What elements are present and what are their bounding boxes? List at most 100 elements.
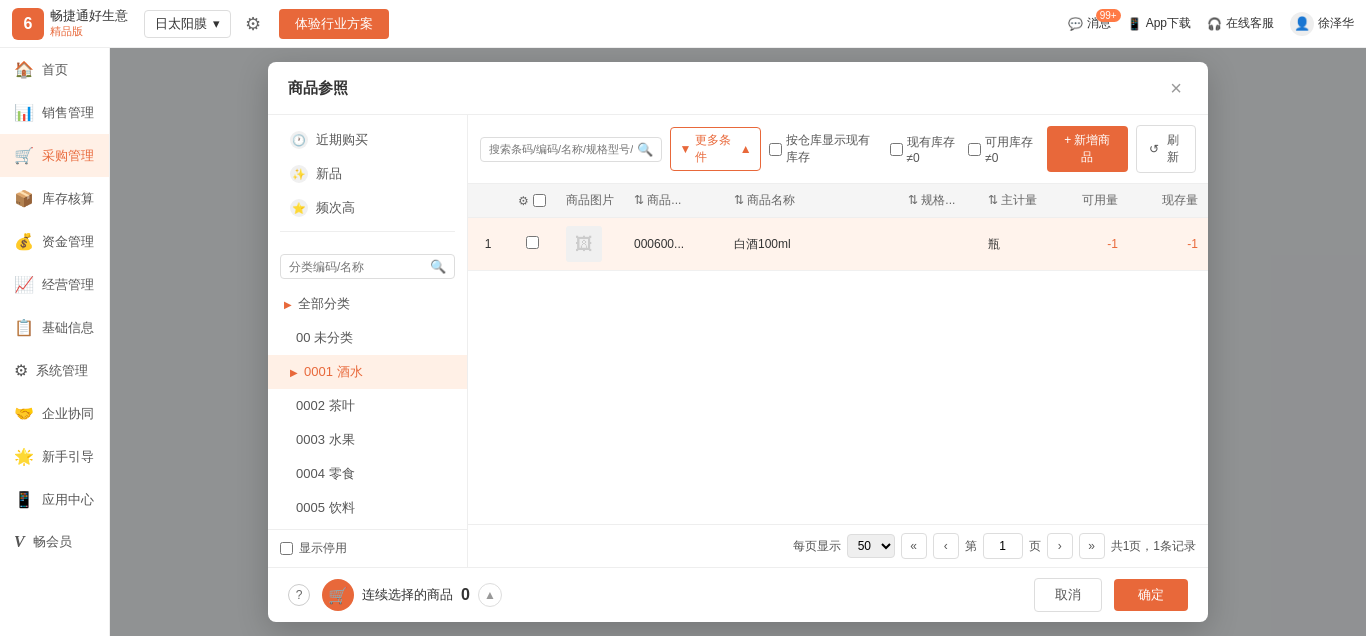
avatar: 👤 — [1290, 12, 1314, 36]
messages-item[interactable]: 💬 消息 99+ — [1068, 15, 1111, 32]
logo-sub: 精品版 — [50, 24, 128, 39]
cat-item-all[interactable]: ▶ 全部分类 — [268, 287, 467, 321]
category-search: 🔍 — [280, 254, 455, 279]
checkbox-warehouse-group: 按仓库显示现有库存 — [769, 132, 882, 166]
guide-icon: 🌟 — [14, 447, 34, 466]
base-icon: 📋 — [14, 318, 34, 337]
frequent-icon: ⭐ — [290, 199, 308, 217]
row-stock: -1 — [1128, 218, 1208, 271]
row-unit: 瓶 — [978, 218, 1048, 271]
available-checkbox[interactable] — [968, 143, 981, 156]
messages-badge: 99+ — [1096, 9, 1121, 22]
content-area: 商品参照 × 🕐 近期购买 ✨ 新 — [110, 48, 1366, 636]
sidebar-item-guide[interactable]: 🌟 新手引导 — [0, 435, 109, 478]
cat-item-3[interactable]: 0003 水果 — [268, 423, 467, 457]
apps-icon: 📱 — [14, 490, 34, 509]
sidebar-item-home[interactable]: 🏠 首页 — [0, 48, 109, 91]
select-all-checkbox[interactable] — [533, 194, 546, 207]
row-checkbox[interactable] — [526, 236, 539, 249]
filter-icon: ▼ — [679, 142, 691, 156]
cat-item-2[interactable]: 0002 茶叶 — [268, 389, 467, 423]
cart-collapse-btn[interactable]: ▲ — [478, 583, 502, 607]
sidebar-item-enterprise[interactable]: 🤝 企业协同 — [0, 392, 109, 435]
sidebar: 🏠 首页 📊 销售管理 🛒 采购管理 📦 库存核算 💰 资金管理 📈 经营管理 … — [0, 48, 110, 636]
th-code[interactable]: ⇅ 商品... — [624, 184, 724, 218]
cat-arrow-icon: ▶ — [284, 299, 292, 310]
refresh-btn[interactable]: ↺ 刷新 — [1136, 125, 1196, 173]
category-list: ▶ 全部分类 00 未分类 ▶ 0001 酒水 0002 茶 — [268, 287, 467, 529]
th-name[interactable]: ⇅ 商品名称 — [724, 184, 898, 218]
cat-item-5[interactable]: 0005 饮料 — [268, 491, 467, 525]
th-check: ⚙ — [508, 184, 556, 218]
row-name: 白酒100ml — [724, 218, 898, 271]
finance-icon: 💰 — [14, 232, 34, 251]
sidebar-item-finance[interactable]: 💰 资金管理 — [0, 220, 109, 263]
business-icon: 📈 — [14, 275, 34, 294]
th-unit[interactable]: ⇅ 主计量 — [978, 184, 1048, 218]
recent-icon: 🕐 — [290, 131, 308, 149]
page-size-select[interactable]: 50 — [847, 534, 895, 558]
help-icon[interactable]: ? — [288, 584, 310, 606]
row-code: 000600... — [624, 218, 724, 271]
product-dialog: 商品参照 × 🕐 近期购买 ✨ 新 — [268, 62, 1208, 622]
row-check — [508, 218, 556, 271]
sales-icon: 📊 — [14, 103, 34, 122]
settings-icon[interactable]: ⚙ — [518, 194, 529, 208]
cat-item-4[interactable]: 0004 零食 — [268, 457, 467, 491]
inventory-icon: 📦 — [14, 189, 34, 208]
dialog-header: 商品参照 × — [268, 62, 1208, 115]
th-spec[interactable]: ⇅ 规格... — [898, 184, 978, 218]
th-num — [468, 184, 508, 218]
sidebar-item-apps[interactable]: 📱 应用中心 — [0, 478, 109, 521]
sidebar-item-member[interactable]: V 畅会员 — [0, 521, 109, 563]
app-download-item[interactable]: 📱 App下载 — [1127, 15, 1191, 32]
cat-frequent-btn[interactable]: ⭐ 频次高 — [280, 193, 455, 223]
cat-item-0[interactable]: 00 未分类 — [268, 321, 467, 355]
cat-new-btn[interactable]: ✨ 新品 — [280, 159, 455, 189]
page-last-btn[interactable]: » — [1079, 533, 1105, 559]
product-image: 🖼 — [566, 226, 602, 262]
category-search-input[interactable] — [289, 260, 426, 274]
table-row[interactable]: 1 🖼 000600... 白酒100ml — [468, 218, 1208, 271]
current-stock-checkbox[interactable] — [890, 143, 903, 156]
purchase-icon: 🛒 — [14, 146, 34, 165]
page-input[interactable] — [983, 533, 1023, 559]
th-stock[interactable]: 现存量 — [1128, 184, 1208, 218]
checkbox-current-stock-group: 现有库存≠0 — [890, 134, 961, 165]
user-item[interactable]: 👤 徐泽华 — [1290, 12, 1354, 36]
product-panel: 🔍 ▼ 更多条件 ▲ 按仓库显示现有库存 — [468, 115, 1208, 567]
system-icon: ⚙ — [14, 361, 28, 380]
sidebar-item-purchase[interactable]: 🛒 采购管理 — [0, 134, 109, 177]
page-prev-btn[interactable]: ‹ — [933, 533, 959, 559]
page-first-btn[interactable]: « — [901, 533, 927, 559]
show-disabled-checkbox[interactable] — [280, 542, 293, 555]
sidebar-item-base[interactable]: 📋 基础信息 — [0, 306, 109, 349]
filter-more-btn[interactable]: ▼ 更多条件 ▲ — [670, 127, 760, 171]
confirm-button[interactable]: 确定 — [1114, 579, 1188, 611]
cat-item-1[interactable]: ▶ 0001 酒水 — [268, 355, 467, 389]
online-service-item[interactable]: 🎧 在线客服 — [1207, 15, 1274, 32]
logo-icon: 6 — [12, 8, 44, 40]
add-product-btn[interactable]: + 新增商品 — [1047, 126, 1128, 172]
experience-btn[interactable]: 体验行业方案 — [279, 9, 389, 39]
warehouse-checkbox[interactable] — [769, 143, 782, 156]
th-avail[interactable]: 可用量 — [1048, 184, 1128, 218]
nav-selector[interactable]: 日太阳膜 ▾ — [144, 10, 231, 38]
category-search-icon: 🔍 — [430, 259, 446, 274]
enterprise-icon: 🤝 — [14, 404, 34, 423]
row-spec — [898, 218, 978, 271]
sidebar-item-system[interactable]: ⚙ 系统管理 — [0, 349, 109, 392]
product-search-icon: 🔍 — [637, 142, 653, 157]
sidebar-item-inventory[interactable]: 📦 库存核算 — [0, 177, 109, 220]
show-disabled-area: 显示停用 — [268, 529, 467, 567]
sidebar-item-business[interactable]: 📈 经营管理 — [0, 263, 109, 306]
dialog-close-button[interactable]: × — [1164, 76, 1188, 100]
sidebar-item-sales[interactable]: 📊 销售管理 — [0, 91, 109, 134]
row-img: 🖼 — [556, 218, 624, 271]
product-search-input[interactable] — [489, 143, 633, 155]
page-next-btn[interactable]: › — [1047, 533, 1073, 559]
cat-recent-btn[interactable]: 🕐 近期购买 — [280, 125, 455, 155]
cancel-button[interactable]: 取消 — [1034, 578, 1102, 612]
nav-gear-icon[interactable]: ⚙ — [239, 10, 267, 38]
cat-active-arrow-icon: ▶ — [290, 367, 298, 378]
